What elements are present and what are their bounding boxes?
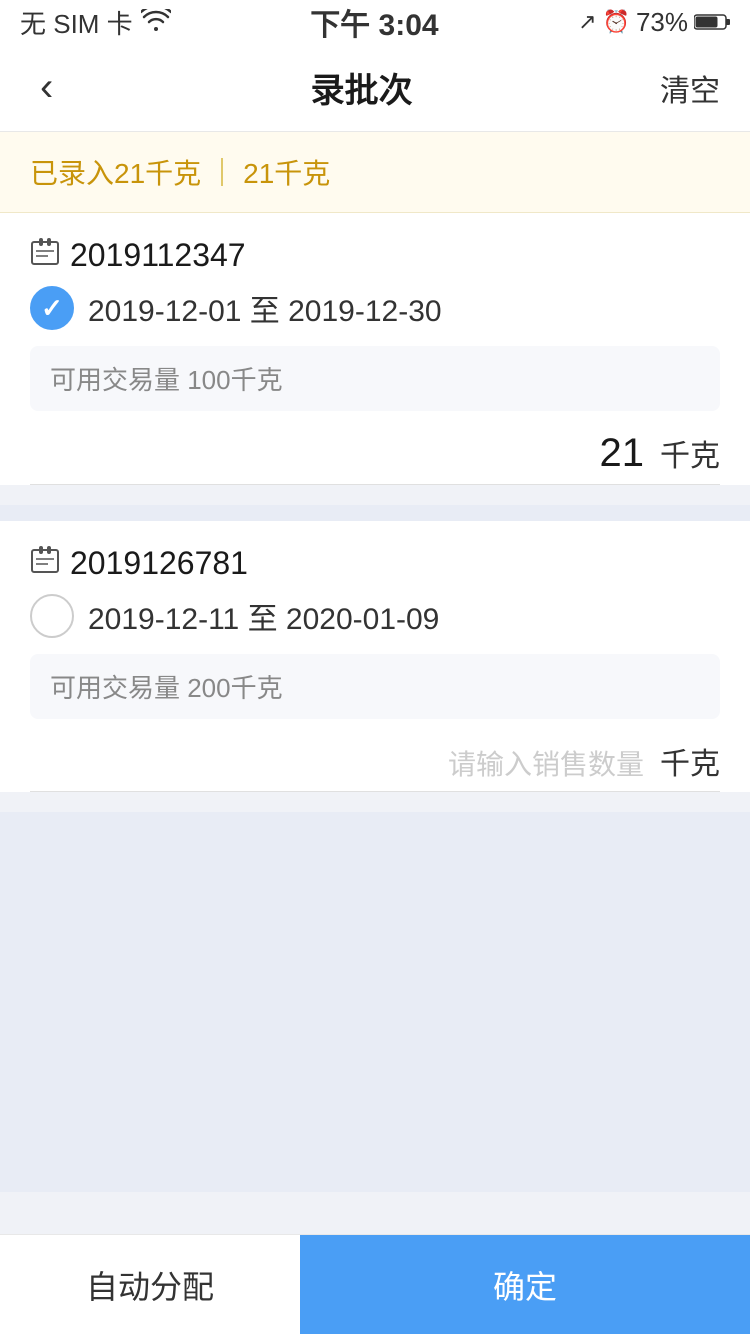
input-underline-1 — [30, 484, 720, 485]
batch-icon-1 — [30, 238, 60, 274]
batch-id-1: 2019112347 — [70, 237, 246, 274]
batch-date-1: 2019-12-01 至 2019-12-30 — [88, 286, 442, 330]
available-qty-2: 可用交易量 200千克 — [30, 654, 720, 719]
battery-label: 73% — [636, 7, 688, 38]
footer: 自动分配 确定 — [0, 1234, 750, 1334]
battery-icon — [694, 7, 730, 38]
clear-button[interactable]: 清空 — [660, 66, 720, 110]
amount-unit-1: 千克 — [660, 431, 720, 475]
amount-placeholder-2: 请输入销售数量 — [30, 743, 644, 783]
status-right: ↗ ⏰ 73% — [578, 7, 730, 38]
batch-checkbox-2[interactable] — [30, 594, 74, 638]
available-qty-1: 可用交易量 100千克 — [30, 346, 720, 411]
status-bar: 无 SIM 卡 下午 3:04 ↗ ⏰ 73% — [0, 0, 750, 44]
wifi-icon — [141, 7, 171, 38]
amount-value-1: 21 — [524, 431, 644, 476]
info-divider — [221, 158, 223, 186]
batch-id-2: 2019126781 — [70, 545, 248, 582]
alarm-icon: ⏰ — [603, 9, 630, 35]
recorded-value: 21千克 — [243, 152, 330, 192]
status-left: 无 SIM 卡 — [20, 4, 171, 41]
status-time: 下午 3:04 — [310, 0, 438, 44]
input-underline-2 — [30, 791, 720, 792]
recorded-label: 已录入21千克 — [30, 152, 201, 192]
nav-bar: ‹ 录批次 清空 — [0, 44, 750, 132]
page-title: 录批次 — [311, 63, 413, 112]
separator-1 — [0, 505, 750, 521]
no-sim-label: 无 SIM 卡 — [20, 4, 133, 41]
confirm-button[interactable]: 确定 — [300, 1235, 750, 1334]
amount-row-2: 请输入销售数量 千克 — [0, 719, 750, 783]
amount-row-1: 21 千克 — [0, 411, 750, 476]
info-bar: 已录入21千克 21千克 — [0, 132, 750, 213]
location-icon: ↗ — [578, 9, 596, 35]
bottom-area — [0, 812, 750, 1192]
batch-item-2: 2019126781 2019-12-11 至 2020-01-09 可用交易量… — [0, 521, 750, 792]
batch-icon-2 — [30, 546, 60, 582]
batch-date-2: 2019-12-11 至 2020-01-09 — [88, 594, 439, 638]
back-button[interactable]: ‹ — [30, 55, 63, 120]
auto-distribute-button[interactable]: 自动分配 — [0, 1235, 300, 1334]
batch-item-1: 2019112347 2019-12-01 至 2019-12-30 可用交易量… — [0, 213, 750, 485]
batch-checkbox-1[interactable] — [30, 286, 74, 330]
amount-unit-2: 千克 — [660, 739, 720, 783]
